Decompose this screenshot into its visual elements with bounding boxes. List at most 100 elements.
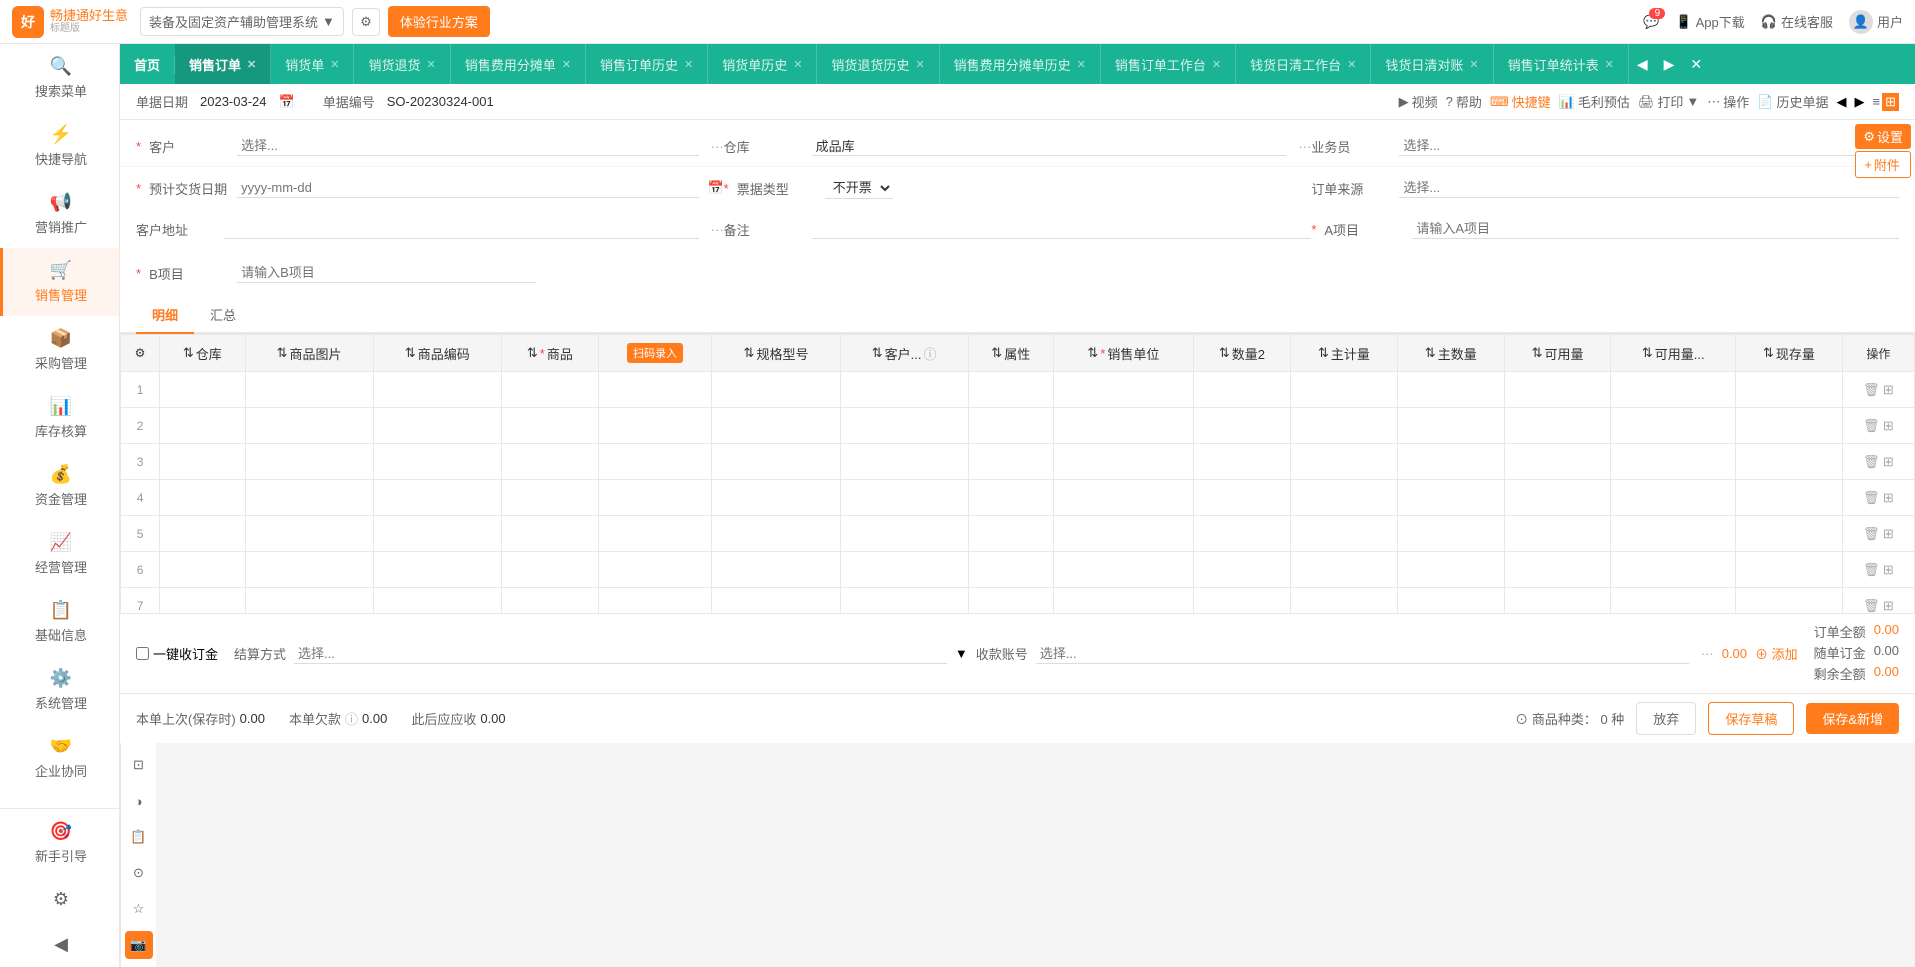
sidebar-item-basic-info[interactable]: 📋 基础信息 — [0, 588, 119, 656]
online-service[interactable]: 🎧 在线客服 — [1761, 12, 1833, 31]
shortcut-btn[interactable]: ⌨ 快捷键 — [1490, 92, 1551, 111]
right-panel-icon-5[interactable]: ☆ — [125, 895, 153, 923]
row-1-main-unit[interactable] — [1291, 372, 1398, 408]
copy-icon[interactable]: ⊞ — [1883, 526, 1894, 541]
row-2-unit[interactable] — [1053, 408, 1193, 444]
delete-icon[interactable]: 🗑 — [1863, 382, 1880, 397]
row-1-main-qty[interactable] — [1397, 372, 1504, 408]
row-5-image[interactable] — [245, 516, 373, 552]
tab-expense-split[interactable]: 销售费用分摊单 ✕ — [451, 44, 586, 84]
row-2-product[interactable] — [501, 408, 598, 444]
sidebar-item-sales[interactable]: 🛒 销售管理 — [0, 248, 119, 316]
row-3-spec[interactable] — [712, 444, 840, 480]
notification-area[interactable]: 💬 9 — [1643, 14, 1659, 30]
th-code[interactable]: ⇅商品编码 — [373, 335, 501, 372]
row-5-main-qty[interactable] — [1397, 516, 1504, 552]
th-customer-code[interactable]: ⇅客户...ⓘ — [840, 335, 968, 372]
delete-icon[interactable]: 🗑 — [1863, 454, 1880, 469]
row-2-spec[interactable] — [712, 408, 840, 444]
tab-sales-order[interactable]: 销售订单 ✕ — [175, 44, 271, 84]
row-3-unit[interactable] — [1053, 444, 1193, 480]
invoice-select[interactable]: 不开票 — [825, 177, 893, 199]
tab-close-icon[interactable]: ✕ — [562, 58, 571, 71]
row-4-code[interactable] — [373, 480, 501, 516]
th-spec[interactable]: ⇅规格型号 — [712, 335, 840, 372]
sidebar-item-quicknav[interactable]: ⚡ 快捷导航 — [0, 112, 119, 180]
row-7-property[interactable] — [968, 588, 1053, 614]
row-7-main-qty[interactable] — [1397, 588, 1504, 614]
discard-button[interactable]: 放弃 — [1636, 702, 1696, 735]
row-2-main-qty[interactable] — [1397, 408, 1504, 444]
row-4-image[interactable] — [245, 480, 373, 516]
row-5-available[interactable] — [1504, 516, 1611, 552]
row-4-warehouse[interactable] — [160, 480, 245, 516]
print-btn[interactable]: 🖨 打印 ▼ — [1638, 92, 1699, 111]
tab-order-workbench[interactable]: 销售订单工作台 ✕ — [1101, 44, 1236, 84]
row-6-stock[interactable] — [1736, 552, 1843, 588]
row-4-unit[interactable] — [1053, 480, 1193, 516]
sidebar-item-system[interactable]: ⚙️ 系统管理 — [0, 656, 119, 724]
delivery-calendar-icon[interactable]: 📅 — [707, 180, 723, 196]
row-7-image[interactable] — [245, 588, 373, 614]
row-6-customer-code[interactable] — [840, 552, 968, 588]
row-7-code[interactable] — [373, 588, 501, 614]
next-record-icon[interactable]: ▶ — [1855, 94, 1865, 110]
row-1-stock[interactable] — [1736, 372, 1843, 408]
th-available-more[interactable]: ⇅可用量... — [1611, 335, 1736, 372]
operation-btn[interactable]: ⋯ 操作 — [1707, 92, 1749, 111]
add-receipt-btn[interactable]: ⊕ 添加 — [1755, 644, 1798, 663]
tab-close-icon[interactable]: ✕ — [915, 58, 924, 71]
a-project-input[interactable] — [1412, 219, 1899, 239]
row-3-main-unit[interactable] — [1291, 444, 1398, 480]
sidebar-item-settings-bottom[interactable]: ⚙ — [0, 877, 119, 922]
th-stock[interactable]: ⇅现存量 — [1736, 335, 1843, 372]
row-6-spec[interactable] — [712, 552, 840, 588]
tab-next-arrow[interactable]: ▶ — [1656, 56, 1683, 73]
delete-icon[interactable]: 🗑 — [1863, 490, 1880, 505]
row-2-stock[interactable] — [1736, 408, 1843, 444]
b-project-input[interactable] — [237, 263, 536, 283]
row-2-available-more[interactable] — [1611, 408, 1736, 444]
delivery-input[interactable] — [237, 178, 699, 198]
row-6-available[interactable] — [1504, 552, 1611, 588]
th-main-unit[interactable]: ⇅主计量 — [1291, 335, 1398, 372]
settings-form-btn[interactable]: ⚙ 设置 — [1855, 124, 1911, 149]
row-5-unit[interactable] — [1053, 516, 1193, 552]
one-click-checkbox[interactable] — [136, 647, 149, 660]
row-4-property[interactable] — [968, 480, 1053, 516]
tab-summary[interactable]: 汇总 — [194, 297, 252, 334]
tab-close-icon[interactable]: ✕ — [247, 58, 256, 71]
row-5-code[interactable] — [373, 516, 501, 552]
row-4-available[interactable] — [1504, 480, 1611, 516]
row-5-available-more[interactable] — [1611, 516, 1736, 552]
row-6-unit[interactable] — [1053, 552, 1193, 588]
row-6-code[interactable] — [373, 552, 501, 588]
tab-detail[interactable]: 明细 — [136, 297, 194, 334]
row-6-main-qty[interactable] — [1397, 552, 1504, 588]
row-7-stock[interactable] — [1736, 588, 1843, 614]
row-3-property[interactable] — [968, 444, 1053, 480]
row-7-available-more[interactable] — [1611, 588, 1736, 614]
industry-button[interactable]: 体验行业方案 — [388, 6, 490, 37]
row-3-code[interactable] — [373, 444, 501, 480]
row-1-available-more[interactable] — [1611, 372, 1736, 408]
tab-home[interactable]: 首页 — [120, 55, 175, 74]
th-qty2[interactable]: ⇅数量2 — [1193, 335, 1290, 372]
row-3-qty2[interactable] — [1193, 444, 1290, 480]
tab-prev-arrow[interactable]: ◀ — [1629, 56, 1656, 73]
row-7-qty2[interactable] — [1193, 588, 1290, 614]
row-1-available[interactable] — [1504, 372, 1611, 408]
tab-close-icon[interactable]: ✕ — [1077, 58, 1086, 71]
sidebar-item-finance[interactable]: 💰 资金管理 — [0, 452, 119, 520]
view-btn[interactable]: ▶ 视频 — [1399, 92, 1438, 111]
row-6-product[interactable] — [501, 552, 598, 588]
row-5-product[interactable] — [501, 516, 598, 552]
customer-expand-icon[interactable]: ··· — [711, 139, 724, 154]
remark-input[interactable] — [812, 219, 1312, 239]
receipt-input[interactable] — [1036, 644, 1689, 664]
row-6-main-unit[interactable] — [1291, 552, 1398, 588]
tab-order-stats[interactable]: 销售订单统计表 ✕ — [1494, 44, 1629, 84]
row-1-product[interactable] — [501, 372, 598, 408]
right-panel-icon-4[interactable]: ⊙ — [125, 859, 153, 887]
row-5-stock[interactable] — [1736, 516, 1843, 552]
